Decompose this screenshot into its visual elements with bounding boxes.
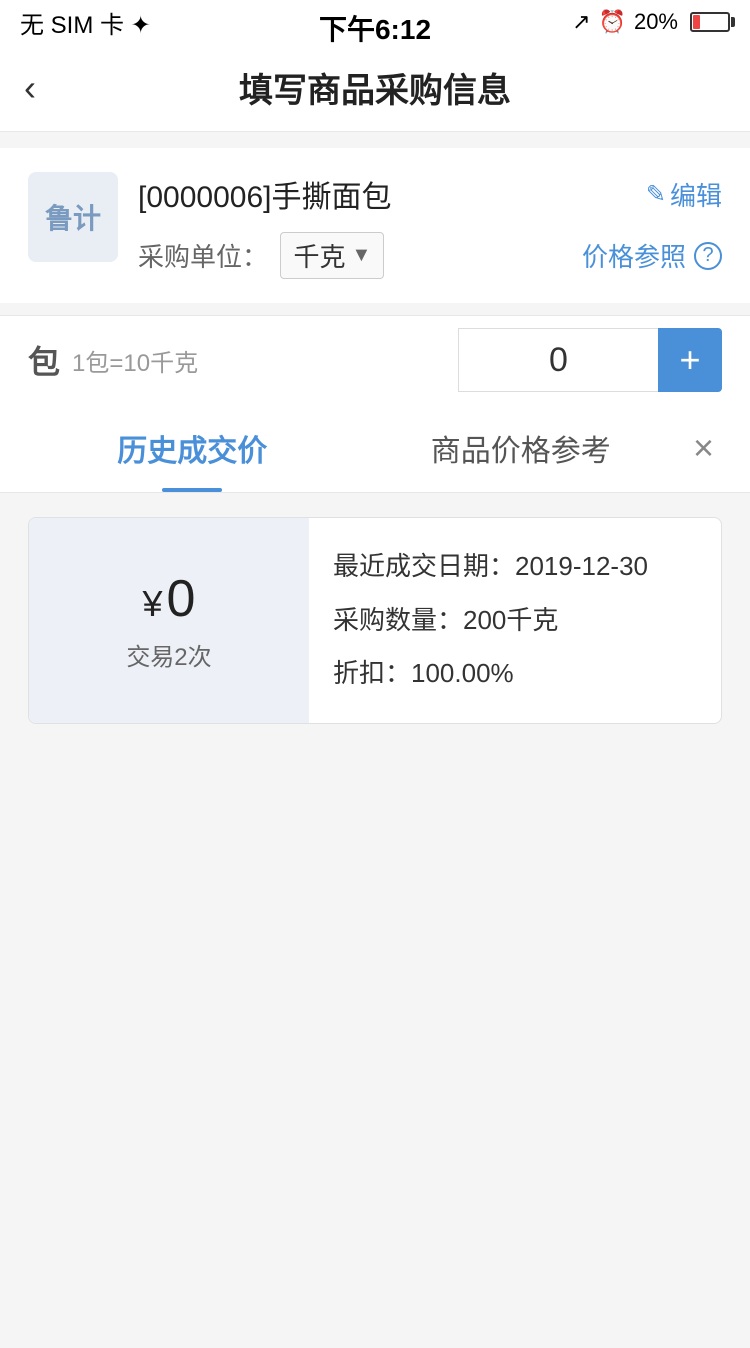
help-icon: ? xyxy=(694,242,722,270)
tabs-close-button[interactable]: × xyxy=(685,427,722,469)
detail-date: 最近成交日期：2019-12-30 xyxy=(333,546,697,588)
qty-value: 200千克 xyxy=(463,605,558,635)
price-value: 0 xyxy=(167,570,196,628)
unit-value: 千克 xyxy=(293,237,345,274)
discount-value: 100.00% xyxy=(411,658,514,688)
status-left: 无 SIM 卡 ✦ xyxy=(20,5,151,40)
quantity-plus-button[interactable]: + xyxy=(658,328,722,392)
price-right: 最近成交日期：2019-12-30 采购数量：200千克 折扣：100.00% xyxy=(309,518,721,723)
currency-symbol: ¥ xyxy=(143,583,163,624)
edit-button[interactable]: ✎ 编辑 xyxy=(646,176,722,213)
page-title: 填写商品采购信息 xyxy=(239,63,511,112)
price-amount: ¥0 xyxy=(143,569,196,629)
quantity-unit: 包 1包=10千克 xyxy=(28,337,198,383)
price-ref-label: 价格参照 xyxy=(582,237,686,274)
battery-percent: 20% xyxy=(634,9,678,35)
tabs-header: 历史成交价 商品价格参考 × xyxy=(0,404,750,493)
product-title-row: [0000006]手撕面包 ✎ 编辑 xyxy=(138,172,722,216)
detail-discount: 折扣：100.00% xyxy=(333,653,697,695)
product-logo: 鲁计 xyxy=(28,172,118,262)
location-icon: ↗ xyxy=(572,9,590,35)
price-card: ¥0 交易2次 最近成交日期：2019-12-30 采购数量：200千克 折扣：… xyxy=(28,517,722,724)
price-ref-button[interactable]: 价格参照 ? xyxy=(582,237,722,274)
nav-bar: ‹ 填写商品采购信息 xyxy=(0,44,750,132)
detail-qty: 采购数量：200千克 xyxy=(333,600,697,642)
quantity-section: 包 1包=10千克 + xyxy=(0,315,750,404)
logo-text: 鲁计 xyxy=(45,197,101,237)
date-value: 2019-12-30 xyxy=(515,551,648,581)
product-name: [0000006]手撕面包 xyxy=(138,172,391,216)
date-label: 最近成交日期： xyxy=(333,551,515,581)
discount-label: 折扣： xyxy=(333,658,411,688)
back-button[interactable]: ‹ xyxy=(24,67,36,109)
tab-history-label: 历史成交价 xyxy=(117,426,267,470)
tab-history-price[interactable]: 历史成交价 xyxy=(28,404,356,492)
status-time: 下午6:12 xyxy=(319,8,431,48)
quantity-row: 包 1包=10千克 + xyxy=(28,316,722,404)
tab-product-price-ref[interactable]: 商品价格参考 xyxy=(356,404,684,492)
product-header: 鲁计 [0000006]手撕面包 ✎ 编辑 采购单位： 千克 ▼ xyxy=(28,172,722,279)
unit-row-left: 采购单位： 千克 ▼ xyxy=(138,232,384,279)
quantity-input[interactable] xyxy=(458,328,658,392)
edit-icon: ✎ xyxy=(646,180,666,209)
unit-dropdown-arrow: ▼ xyxy=(351,244,371,267)
unit-box-icon: 包 xyxy=(28,337,60,383)
no-sim-text: 无 SIM 卡 ✦ xyxy=(20,5,151,40)
battery-fill xyxy=(693,15,700,29)
price-transactions: 交易2次 xyxy=(126,637,211,672)
product-info: [0000006]手撕面包 ✎ 编辑 采购单位： 千克 ▼ 价格参照 ? xyxy=(138,172,722,279)
tabs-section: 历史成交价 商品价格参考 × ¥0 交易2次 最近成交日期：2019-12-30… xyxy=(0,404,750,748)
price-left: ¥0 交易2次 xyxy=(29,518,309,723)
product-unit-row: 采购单位： 千克 ▼ 价格参照 ? xyxy=(138,232,722,279)
quantity-control: + xyxy=(458,328,722,392)
unit-label: 采购单位： xyxy=(138,242,268,272)
qty-label: 采购数量： xyxy=(333,605,463,635)
battery-icon xyxy=(690,12,730,32)
alarm-icon: ⏰ xyxy=(599,9,626,35)
tab-active-indicator xyxy=(162,488,222,492)
unit-equiv: 1包=10千克 xyxy=(72,343,198,378)
product-section: 鲁计 [0000006]手撕面包 ✎ 编辑 采购单位： 千克 ▼ xyxy=(0,148,750,303)
bottom-area xyxy=(0,748,750,1348)
edit-label: 编辑 xyxy=(670,176,722,213)
tab-product-label: 商品价格参考 xyxy=(431,426,611,470)
unit-select[interactable]: 千克 ▼ xyxy=(280,232,384,279)
price-card-container: ¥0 交易2次 最近成交日期：2019-12-30 采购数量：200千克 折扣：… xyxy=(0,493,750,748)
status-right: ↗ ⏰ 20% xyxy=(572,9,730,35)
status-bar: 无 SIM 卡 ✦ 下午6:12 ↗ ⏰ 20% xyxy=(0,0,750,44)
